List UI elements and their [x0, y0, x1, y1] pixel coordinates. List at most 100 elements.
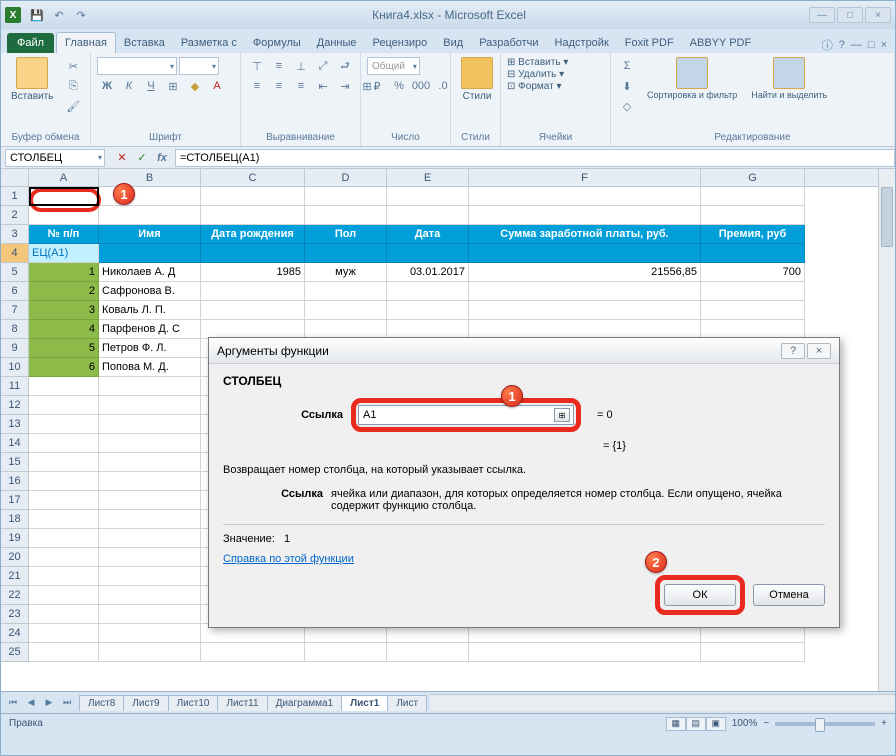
cell[interactable] — [305, 244, 387, 263]
row-header[interactable]: 9 — [1, 339, 28, 358]
sheet-tab[interactable]: Лист11 — [217, 695, 267, 711]
cell[interactable] — [201, 187, 305, 206]
format-painter-button[interactable]: 🖌 — [63, 97, 83, 115]
align-top-button[interactable]: ⊤ — [247, 57, 267, 75]
cell[interactable]: Парфенов Д. С — [99, 320, 201, 339]
cell[interactable] — [701, 282, 805, 301]
ribbon-help-button[interactable]: ? — [839, 39, 845, 51]
cell[interactable] — [99, 244, 201, 263]
cell[interactable]: 5 — [29, 339, 99, 358]
cell[interactable] — [701, 244, 805, 263]
cell[interactable] — [99, 415, 201, 434]
cell[interactable] — [99, 510, 201, 529]
italic-button[interactable]: К — [119, 77, 139, 95]
sheet-tab[interactable]: Диаграмма1 — [267, 695, 343, 711]
cell[interactable] — [305, 206, 387, 225]
clear-button[interactable]: ◇ — [617, 97, 637, 115]
save-button[interactable]: 💾 — [29, 7, 45, 23]
row-header[interactable]: 15 — [1, 453, 28, 472]
cell[interactable] — [305, 301, 387, 320]
fill-button[interactable]: ⬇ — [617, 77, 637, 95]
cell[interactable]: Дата рождения — [201, 225, 305, 244]
cell[interactable] — [387, 187, 469, 206]
align-center-button[interactable]: ≡ — [269, 77, 289, 95]
cell[interactable] — [99, 643, 201, 662]
row-header[interactable]: 13 — [1, 415, 28, 434]
cell[interactable] — [305, 187, 387, 206]
maximize-button[interactable]: □ — [837, 7, 863, 23]
find-select-button[interactable]: Найти и выделить — [745, 55, 833, 103]
horizontal-scrollbar[interactable] — [430, 694, 895, 711]
cell[interactable]: 1985 — [201, 263, 305, 282]
sheet-nav-first[interactable]: ⏮ — [5, 696, 21, 710]
cell[interactable] — [387, 206, 469, 225]
cell[interactable] — [701, 301, 805, 320]
ribbon-help-icon[interactable]: ⓘ — [822, 37, 833, 53]
col-header-b[interactable]: B — [99, 169, 201, 186]
cell[interactable] — [29, 586, 99, 605]
col-header-a[interactable]: A — [29, 169, 99, 186]
row-header[interactable]: 16 — [1, 472, 28, 491]
sort-filter-button[interactable]: Сортировка и фильтр — [641, 55, 743, 103]
view-layout-button[interactable]: ▤ — [686, 717, 706, 731]
row-header[interactable]: 8 — [1, 320, 28, 339]
cell[interactable] — [99, 206, 201, 225]
cell[interactable] — [201, 282, 305, 301]
zoom-slider[interactable] — [775, 722, 875, 726]
sheet-nav-next[interactable]: ▶ — [41, 696, 57, 710]
formula-input[interactable]: =СТОЛБЕЦ(A1) — [175, 149, 895, 167]
cancel-button[interactable]: Отмена — [753, 584, 825, 606]
sheet-tab[interactable]: Лист — [387, 695, 427, 711]
row-header[interactable]: 11 — [1, 377, 28, 396]
select-all-corner[interactable] — [1, 169, 29, 186]
row-header[interactable]: 24 — [1, 624, 28, 643]
tab-addins[interactable]: Надстройк — [547, 33, 617, 53]
cell[interactable] — [29, 187, 99, 206]
zoom-level[interactable]: 100% — [732, 718, 758, 729]
scrollbar-thumb[interactable] — [881, 187, 893, 247]
cell[interactable]: 4 — [29, 320, 99, 339]
cell[interactable] — [29, 472, 99, 491]
row-header[interactable]: 18 — [1, 510, 28, 529]
cell[interactable]: 1 — [29, 263, 99, 282]
tab-layout[interactable]: Разметка с — [173, 33, 245, 53]
row-header[interactable]: 25 — [1, 643, 28, 662]
row-header[interactable]: 3 — [1, 225, 28, 244]
row-header[interactable]: 22 — [1, 586, 28, 605]
cell[interactable] — [99, 396, 201, 415]
cell[interactable]: 2 — [29, 282, 99, 301]
cell[interactable] — [29, 206, 99, 225]
range-selector-button[interactable]: ⊞ — [554, 408, 570, 422]
cell[interactable] — [99, 491, 201, 510]
font-family-combo[interactable] — [97, 57, 177, 75]
row-header[interactable]: 19 — [1, 529, 28, 548]
cell[interactable] — [305, 282, 387, 301]
zoom-in-button[interactable]: + — [881, 718, 887, 729]
cell[interactable] — [469, 301, 701, 320]
cell[interactable]: 700 — [701, 263, 805, 282]
cell[interactable] — [99, 586, 201, 605]
cell[interactable]: Пол — [305, 225, 387, 244]
cell[interactable] — [387, 643, 469, 662]
underline-button[interactable]: Ч — [141, 77, 161, 95]
align-middle-button[interactable]: ≡ — [269, 57, 289, 75]
cell[interactable]: Премия, руб — [701, 225, 805, 244]
cut-button[interactable]: ✂ — [63, 57, 83, 75]
decrease-indent-button[interactable]: ⇤ — [313, 77, 333, 95]
increase-decimal-button[interactable]: .0 — [433, 77, 453, 95]
autosum-button[interactable]: Σ — [617, 57, 637, 75]
paste-button[interactable]: Вставить — [5, 55, 59, 104]
tab-review[interactable]: Рецензиро — [365, 33, 436, 53]
cell[interactable]: Сумма заработной платы, руб. — [469, 225, 701, 244]
row-header[interactable]: 10 — [1, 358, 28, 377]
zoom-out-button[interactable]: − — [763, 718, 769, 729]
cell[interactable] — [469, 244, 701, 263]
cell[interactable]: Попова М. Д. — [99, 358, 201, 377]
styles-button[interactable]: Стили — [455, 55, 499, 104]
cell[interactable] — [29, 548, 99, 567]
insert-function-button[interactable]: fx — [153, 149, 171, 167]
cell[interactable] — [29, 567, 99, 586]
align-bottom-button[interactable]: ⊥ — [291, 57, 311, 75]
tab-home[interactable]: Главная — [56, 32, 116, 53]
ribbon-restore-icon[interactable]: □ — [868, 39, 875, 51]
